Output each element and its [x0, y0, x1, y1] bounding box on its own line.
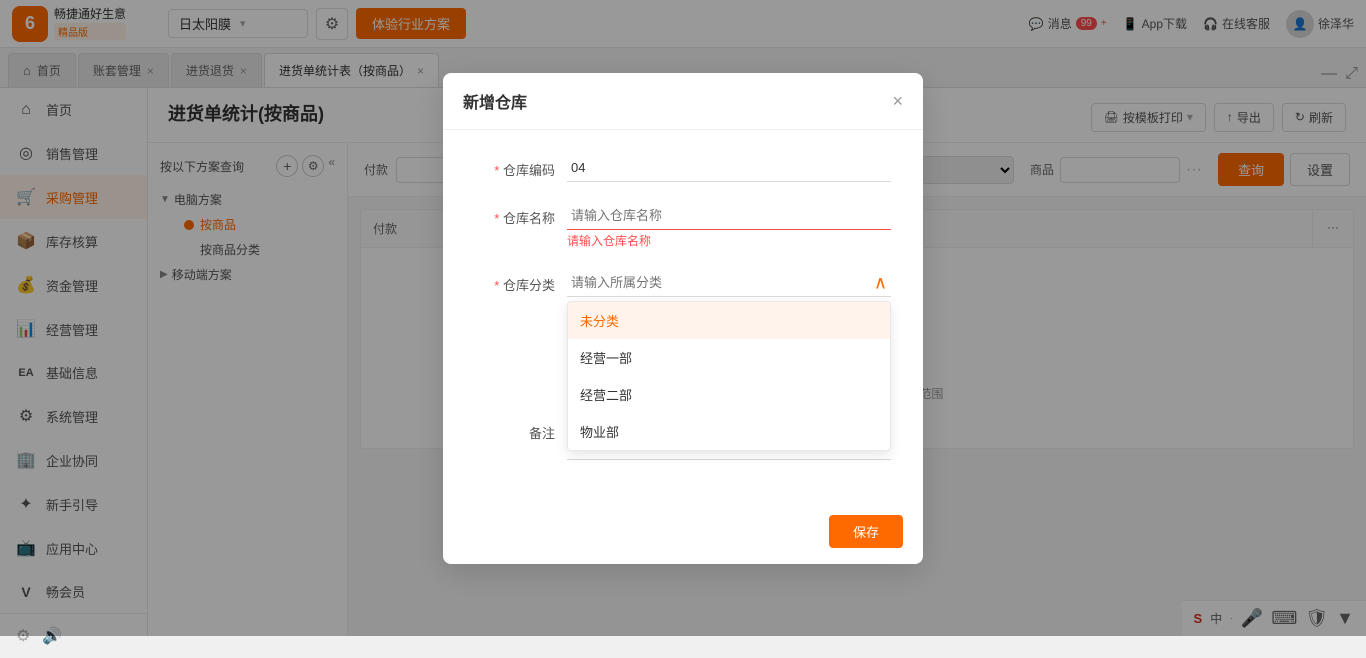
dropdown-item-dept3[interactable]: 物业部 — [568, 413, 890, 450]
category-dropdown-arrow[interactable]: ∧ — [874, 272, 887, 293]
required-star-name: * — [494, 211, 499, 226]
modal-title: 新增仓库 — [463, 89, 527, 113]
required-star-category: * — [494, 278, 499, 293]
category-input[interactable] — [567, 269, 891, 297]
modal-close-button[interactable]: × — [892, 92, 903, 110]
form-row-name: * 仓库名称 请输入仓库名称 — [475, 202, 891, 249]
name-error-msg: 请输入仓库名称 — [567, 232, 891, 249]
dropdown-item-none[interactable]: 未分类 — [568, 302, 890, 339]
code-label: * 仓库编码 — [475, 154, 555, 179]
modal-body: * 仓库编码 * 仓库名称 请输入仓库名称 — [443, 130, 923, 503]
category-dropdown: 未分类 经营一部 经营二部 物业部 — [567, 301, 891, 451]
form-row-code: * 仓库编码 — [475, 154, 891, 182]
required-star-code: * — [494, 163, 499, 178]
category-select-wrap: ∧ 未分类 经营一部 经营二部 物业部 — [567, 269, 891, 297]
category-label: * 仓库分类 — [475, 269, 555, 294]
name-input[interactable] — [567, 202, 891, 230]
modal-new-warehouse: 新增仓库 × * 仓库编码 * 仓库名称 — [443, 73, 923, 564]
save-button[interactable]: 保存 — [829, 515, 903, 548]
name-input-wrap: 请输入仓库名称 — [567, 202, 891, 249]
dropdown-item-dept1[interactable]: 经营一部 — [568, 339, 890, 376]
note-label: 备注 — [475, 417, 555, 442]
modal-footer: 保存 — [443, 503, 923, 564]
modal-overlay: 新增仓库 × * 仓库编码 * 仓库名称 — [0, 0, 1366, 636]
name-label: * 仓库名称 — [475, 202, 555, 227]
code-input[interactable] — [567, 154, 891, 182]
code-input-wrap — [567, 154, 891, 182]
modal-header: 新增仓库 × — [443, 73, 923, 130]
dropdown-item-dept2[interactable]: 经营二部 — [568, 376, 890, 413]
form-row-category: * 仓库分类 ∧ 未分类 经营一部 经营二部 物业部 — [475, 269, 891, 297]
